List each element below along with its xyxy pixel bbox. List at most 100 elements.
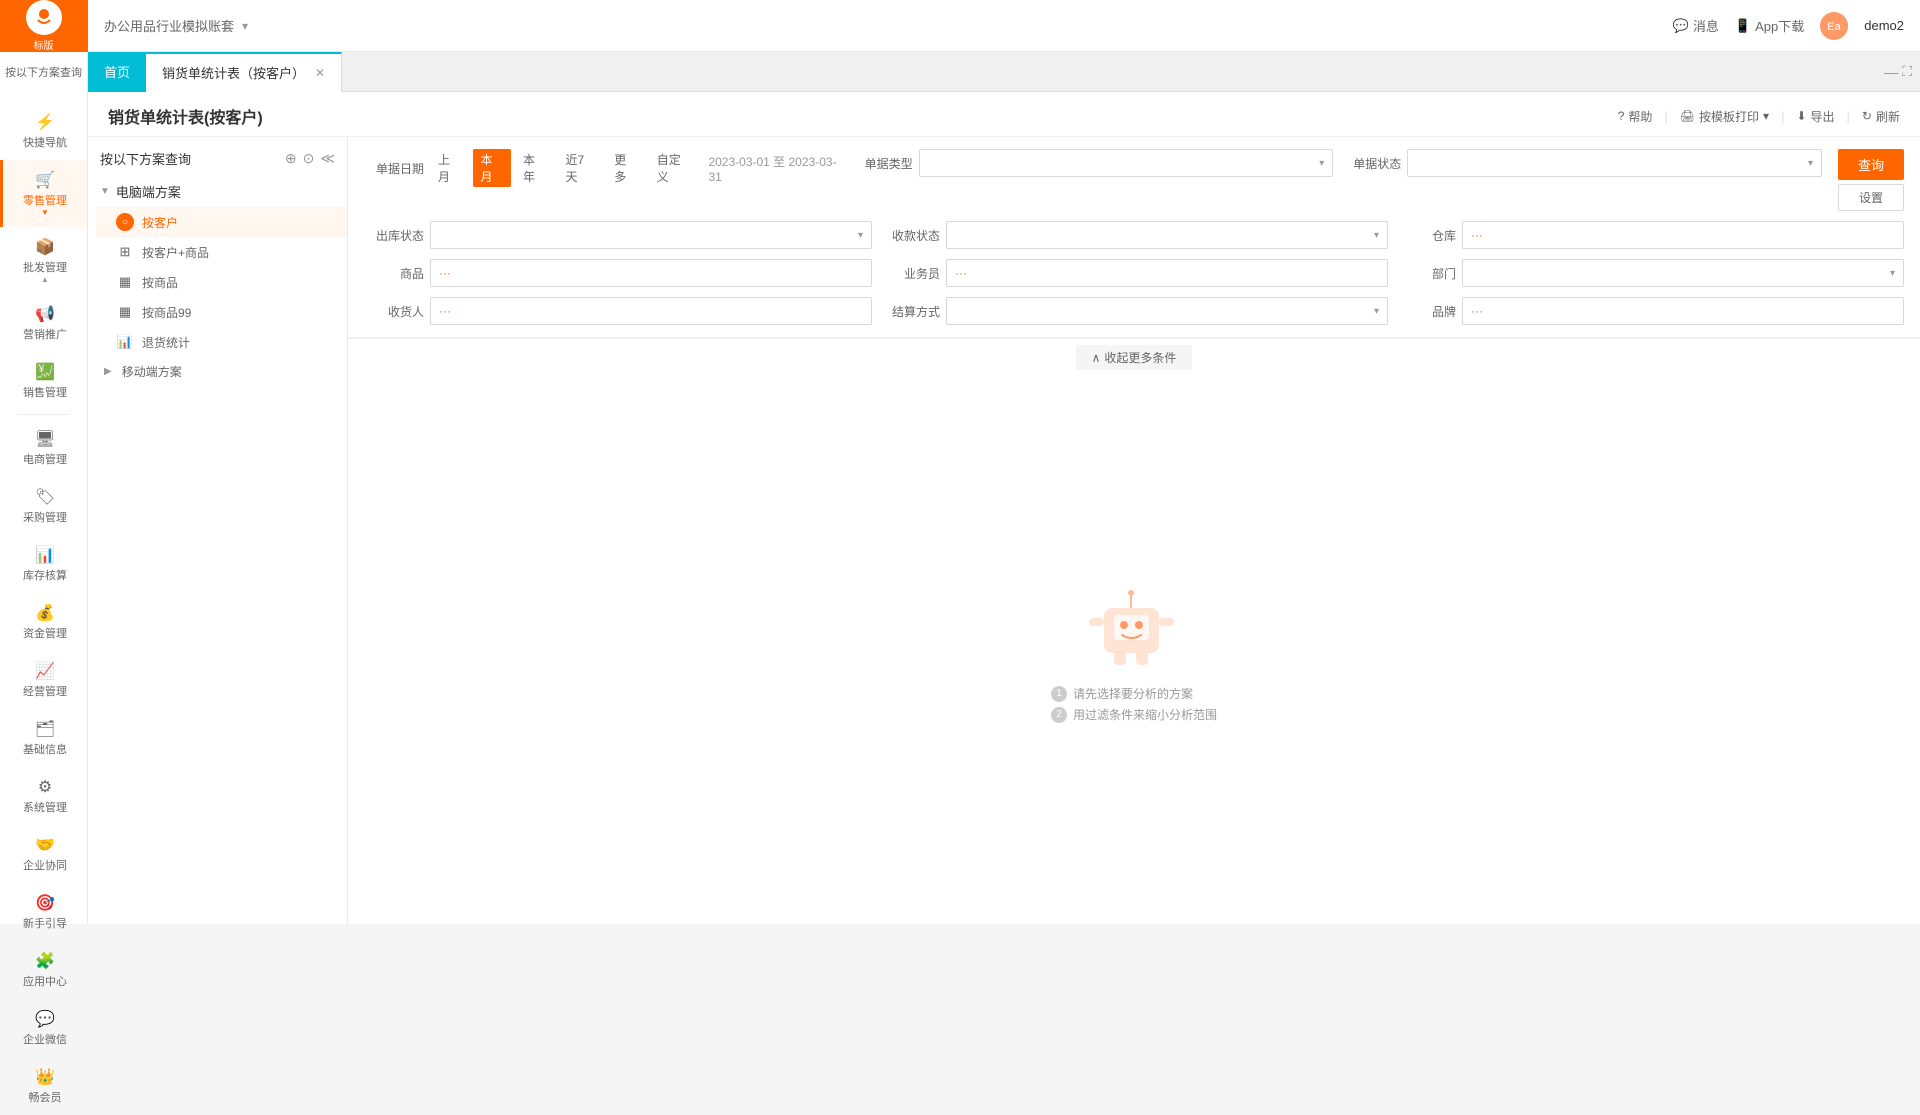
consignee-label: 收货人 [364, 303, 424, 320]
sidebar-search[interactable]: 按以下方案查询 [0, 52, 87, 94]
sidebar-item-newbie[interactable]: 🎯 新手引导 [0, 883, 87, 941]
out-status-arrow-icon: ▾ [858, 230, 863, 241]
out-status-select[interactable]: ▾ [430, 221, 872, 249]
avatar [1820, 12, 1848, 40]
receipt-status-select[interactable]: ▾ [946, 221, 1388, 249]
salesman-select[interactable]: ··· [946, 259, 1388, 287]
date-btn-last-month[interactable]: 上月 [430, 149, 469, 187]
sidebar-item-purchase[interactable]: 🏷 采购管理 [0, 477, 87, 535]
settings-scheme-icon[interactable]: ⊙ [303, 150, 315, 167]
mobile-group-expand-icon: ▶ [104, 366, 112, 377]
refresh-btn[interactable]: ↻ 刷新 [1862, 108, 1900, 125]
filter-row-2: 出库状态 ▾ 收款状态 ▾ [364, 221, 1904, 249]
scheme-item-by-customer-goods[interactable]: ⊞ 按客户+商品 [96, 237, 347, 267]
scheme-item-by-goods[interactable]: ▦ 按商品 [96, 267, 347, 297]
goods-select[interactable]: ··· [430, 259, 872, 287]
left-panel-actions: ⊕ ⊙ ≪ [285, 150, 335, 167]
app-download-label: App下载 [1755, 16, 1804, 35]
collapse-panel-icon[interactable]: ≪ [320, 150, 335, 167]
username-label[interactable]: demo2 [1864, 18, 1904, 33]
bill-status-select[interactable]: ▾ [1407, 149, 1822, 177]
tab-close-icon[interactable]: ✕ [315, 66, 325, 80]
sidebar-item-finance[interactable]: 💰 资金管理 [0, 593, 87, 651]
add-scheme-icon[interactable]: ⊕ [285, 150, 297, 167]
refresh-icon: ↻ [1862, 109, 1872, 123]
bill-type-select[interactable]: ▾ [919, 149, 1334, 177]
tab-home[interactable]: 首页 [88, 52, 146, 92]
help-btn[interactable]: ? 帮助 [1618, 108, 1653, 125]
sidebar-item-operations[interactable]: 📈 经营管理 [0, 651, 87, 709]
avatar-img [1820, 12, 1848, 40]
scheme-item-by-goods-99[interactable]: ▦ 按商品99 [96, 297, 347, 327]
system-icon: ⚙ [38, 777, 52, 797]
date-btn-more[interactable]: 更多 [606, 149, 645, 187]
scheme-group-pc-header[interactable]: ▼ 电脑端方案 [88, 176, 347, 207]
date-btn-this-month[interactable]: 本月 [473, 149, 512, 187]
payment-select[interactable]: ▾ [946, 297, 1388, 325]
filter-date-section: 单据日期 上月 本月 本年 近7天 更多 自定义 2023-03-01 至 20… [364, 149, 845, 187]
sidebar-item-basics[interactable]: 🗂 基础信息 [0, 709, 87, 767]
sidebar-item-inventory[interactable]: 📊 库存核算 [0, 535, 87, 593]
filter-receipt-status-section: 收款状态 ▾ [880, 221, 1388, 249]
filter-payment-section: 结算方式 ▾ [880, 297, 1388, 325]
date-btn-last-7-days[interactable]: 近7天 [558, 149, 603, 187]
sidebar-item-sales[interactable]: 💹 销售管理 [0, 352, 87, 410]
sidebar-divider-2 [17, 414, 69, 415]
sidebar-item-retail[interactable]: 🛒 零售管理 ▼ [0, 160, 87, 227]
department-select[interactable]: ▾ [1462, 259, 1904, 287]
tab-minimize-icon[interactable]: — [1884, 64, 1898, 80]
scheme-item-by-customer[interactable]: ○ 按客户 [96, 207, 347, 237]
sidebar-item-enterprise-wechat[interactable]: 💬 企业微信 [0, 999, 87, 1057]
bill-status-label: 单据状态 [1341, 155, 1401, 172]
print-label: 按模板打印 [1699, 108, 1759, 125]
filter-brand-section: 品牌 ··· [1396, 297, 1904, 325]
export-btn[interactable]: ⬇ 导出 [1796, 108, 1834, 125]
date-btn-this-year[interactable]: 本年 [515, 149, 554, 187]
sidebar-item-ecommerce[interactable]: 🖥 电商管理 [0, 419, 87, 477]
date-label: 单据日期 [364, 160, 424, 177]
app-download-btn[interactable]: 📱 App下载 [1735, 16, 1804, 35]
tab-maximize-icon[interactable]: ⛶ [1902, 63, 1912, 80]
sales-icon: 💹 [35, 362, 55, 382]
filter-row-4: 收货人 ··· 结算方式 ▾ [364, 297, 1904, 325]
sidebar-item-apps[interactable]: 🧩 应用中心 [0, 941, 87, 999]
date-btn-custom[interactable]: 自定义 [649, 149, 699, 187]
by-customer-goods-label: 按客户+商品 [142, 244, 209, 261]
warehouse-select[interactable]: ··· [1462, 221, 1904, 249]
wholesale-expand-icon: ▲ [41, 275, 49, 284]
filter-out-status-section: 出库状态 ▾ [364, 221, 872, 249]
export-icon: ⬇ [1796, 109, 1806, 123]
message-btn[interactable]: 💬 消息 [1673, 16, 1719, 35]
search-button[interactable]: 查询 [1838, 149, 1904, 180]
settings-button[interactable]: 设置 [1838, 184, 1904, 211]
filter-department-section: 部门 ▾ [1396, 259, 1904, 287]
refund-stats-label: 退货统计 [142, 334, 190, 351]
filter-goods-section: 商品 ··· [364, 259, 872, 287]
sidebar-item-wholesale[interactable]: 📦 批发管理 ▲ [0, 227, 87, 294]
collapse-btn[interactable]: ∧ 收起更多条件 [1076, 345, 1193, 370]
sidebar-item-shortcut[interactable]: ⚡ 快捷导航 [0, 102, 87, 160]
brand-select[interactable]: ··· [1462, 297, 1904, 325]
scheme-group-mobile-header[interactable]: ▶ 移动端方案 [88, 357, 347, 386]
department-label: 部门 [1396, 265, 1456, 282]
bill-type-label: 单据类型 [853, 155, 913, 172]
pc-group-expand-icon: ▼ [100, 186, 110, 197]
scheme-item-refund-stats[interactable]: 📊 退货统计 [96, 327, 347, 357]
sidebar-item-marketing[interactable]: 📢 营销推广 [0, 294, 87, 352]
sidebar-item-cooperation[interactable]: 🤝 企业协同 [0, 825, 87, 883]
brand-select-text: ··· [1471, 304, 1483, 318]
retail-icon: 🛒 [35, 170, 55, 190]
print-btn[interactable]: 🖨 按模板打印 ▾ [1680, 108, 1769, 125]
print-dropdown-icon[interactable]: ▾ [1763, 109, 1769, 123]
sidebar-item-system[interactable]: ⚙ 系统管理 [0, 767, 87, 825]
search-menu-label[interactable]: 按以下方案查询 [5, 60, 82, 86]
consignee-select[interactable]: ··· [430, 297, 872, 325]
tip-text-2: 用过滤条件来缩小分析范围 [1073, 706, 1217, 723]
scheme-group-pc: ▼ 电脑端方案 ○ 按客户 [88, 176, 347, 357]
date-quick-btns: 上月 本月 本年 近7天 更多 自定义 [430, 149, 698, 187]
member-icon: 👑 [35, 1067, 55, 1087]
tab-sales-stats[interactable]: 销货单统计表（按客户） ✕ [146, 52, 342, 92]
bill-type-arrow-icon: ▾ [1319, 158, 1324, 169]
breadcrumb-dropdown-icon[interactable]: ▾ [242, 19, 248, 33]
sidebar-item-member[interactable]: 👑 畅会员 [0, 1057, 87, 1115]
